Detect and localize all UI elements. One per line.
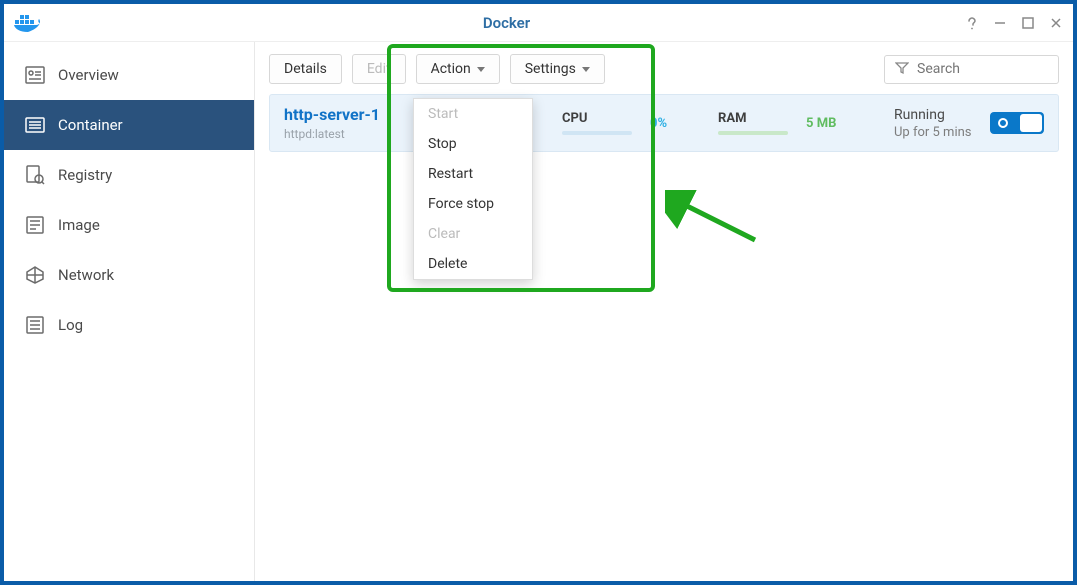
- overview-icon: [24, 64, 46, 86]
- sidebar-item-label: Network: [58, 266, 114, 284]
- sidebar-item-label: Image: [58, 216, 100, 234]
- sidebar-item-container[interactable]: Container: [4, 100, 254, 150]
- chevron-down-icon: [582, 67, 590, 72]
- cpu-value: 0%: [650, 116, 700, 131]
- cpu-value-col: 0%: [650, 116, 700, 131]
- image-icon: [24, 214, 46, 236]
- network-icon: [24, 264, 46, 286]
- window-title: Docker: [48, 14, 965, 32]
- search-box[interactable]: [884, 55, 1059, 84]
- settings-button-label: Settings: [525, 61, 576, 77]
- menu-item-restart[interactable]: Restart: [414, 159, 532, 189]
- window-controls: [965, 16, 1063, 30]
- main-panel: Details Edit Action Settings: [254, 42, 1073, 581]
- menu-item-stop[interactable]: Stop: [414, 129, 532, 159]
- edit-button[interactable]: Edit: [352, 54, 406, 84]
- ram-value: 5 MB: [806, 116, 856, 131]
- toggle-on-icon: [998, 118, 1008, 128]
- sidebar-item-label: Overview: [58, 66, 119, 84]
- app-window: Docker Overview Container: [4, 4, 1073, 581]
- sidebar-item-image[interactable]: Image: [4, 200, 254, 250]
- menu-item-delete[interactable]: Delete: [414, 249, 532, 279]
- ram-label-col: RAM: [718, 111, 788, 135]
- body: Overview Container Registry Image: [4, 42, 1073, 581]
- log-icon: [24, 314, 46, 336]
- chevron-down-icon: [477, 67, 485, 72]
- settings-button[interactable]: Settings: [510, 54, 605, 84]
- sidebar-item-registry[interactable]: Registry: [4, 150, 254, 200]
- status-block: Running Up for 5 mins: [894, 107, 972, 140]
- toolbar: Details Edit Action Settings: [269, 54, 1059, 84]
- action-button[interactable]: Action: [416, 54, 500, 84]
- filter-icon: [895, 60, 909, 79]
- status-text: Running: [894, 107, 972, 123]
- titlebar: Docker: [4, 4, 1073, 42]
- ram-value-col: 5 MB: [806, 116, 856, 131]
- ram-bar: [718, 131, 788, 135]
- container-row[interactable]: http-server-1 httpd:latest CPU 0% RAM 5 …: [269, 94, 1059, 152]
- sidebar-item-log[interactable]: Log: [4, 300, 254, 350]
- sidebar: Overview Container Registry Image: [4, 42, 254, 581]
- uptime-text: Up for 5 mins: [894, 125, 972, 140]
- ram-label: RAM: [718, 111, 788, 126]
- minimize-icon[interactable]: [993, 16, 1007, 30]
- menu-item-start[interactable]: Start: [414, 99, 532, 129]
- cpu-label: CPU: [562, 111, 632, 126]
- sidebar-item-network[interactable]: Network: [4, 250, 254, 300]
- action-button-label: Action: [431, 61, 471, 77]
- registry-icon: [24, 164, 46, 186]
- menu-item-force-stop[interactable]: Force stop: [414, 189, 532, 219]
- cpu-label-col: CPU: [562, 111, 632, 135]
- running-toggle[interactable]: [990, 112, 1044, 134]
- help-icon[interactable]: [965, 16, 979, 30]
- details-button[interactable]: Details: [269, 54, 342, 84]
- sidebar-item-label: Container: [58, 116, 123, 134]
- annotation-arrow-icon: [665, 190, 765, 254]
- container-icon: [24, 114, 46, 136]
- close-icon[interactable]: [1049, 16, 1063, 30]
- cpu-bar: [562, 131, 632, 135]
- sidebar-item-label: Log: [58, 316, 83, 334]
- docker-whale-icon: [14, 12, 40, 34]
- sidebar-item-label: Registry: [58, 166, 112, 184]
- action-dropdown-menu: Start Stop Restart Force stop Clear Dele…: [413, 98, 533, 280]
- menu-item-clear[interactable]: Clear: [414, 219, 532, 249]
- sidebar-item-overview[interactable]: Overview: [4, 50, 254, 100]
- maximize-icon[interactable]: [1021, 16, 1035, 30]
- search-input[interactable]: [917, 61, 1048, 77]
